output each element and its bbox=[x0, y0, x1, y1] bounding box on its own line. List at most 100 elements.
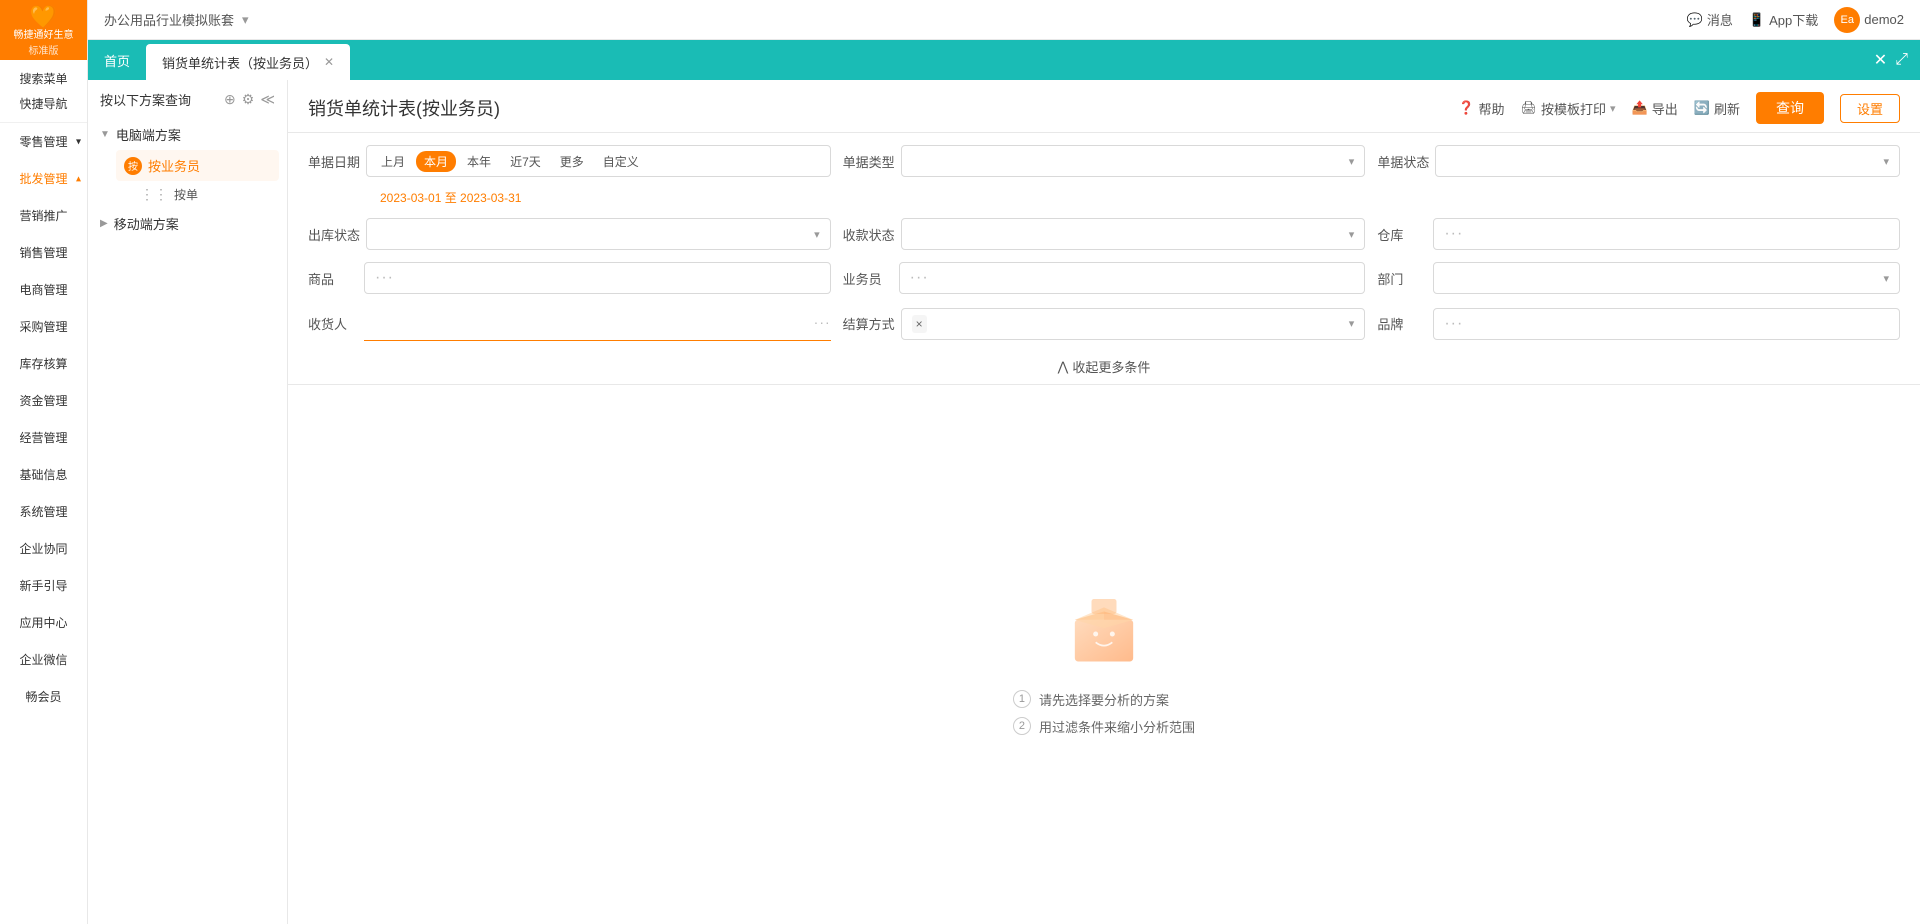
receiver-input[interactable] bbox=[364, 306, 814, 338]
expand-mobile-icon: ▶ bbox=[100, 218, 108, 229]
date-tag-this-month[interactable]: 本月 bbox=[416, 151, 456, 172]
maximize-icon[interactable]: ⤢ bbox=[1895, 51, 1908, 69]
doc-status-select[interactable]: ▾ bbox=[1435, 145, 1900, 177]
sidebar-item-label: 零售管理 bbox=[19, 133, 67, 150]
sidebar-item-newuser[interactable]: 新手引导 bbox=[0, 567, 87, 604]
refresh-icon: 🔄 bbox=[1694, 100, 1710, 116]
receipt-status-label: 收款状态 bbox=[843, 225, 895, 244]
sidebar-item-finance[interactable]: 资金管理 bbox=[0, 382, 87, 419]
brand-select[interactable]: ··· bbox=[1433, 308, 1900, 340]
settlement-filter-group: 结算方式 × ▾ bbox=[843, 308, 1366, 340]
add-scheme-icon[interactable]: ⊕ bbox=[224, 91, 236, 108]
home-tab-label: 首页 bbox=[104, 51, 130, 70]
sidebar-item-appcenter[interactable]: 应用中心 bbox=[0, 604, 87, 641]
mobile-group-header[interactable]: ▶ 移动端方案 bbox=[96, 208, 279, 239]
desktop-group-header[interactable]: ▼ 电脑端方案 bbox=[96, 119, 279, 150]
sidebar-item-system[interactable]: 系统管理 bbox=[0, 493, 87, 530]
step-1-num: 1 bbox=[1013, 690, 1031, 708]
settings-scheme-icon[interactable]: ⚙ bbox=[242, 91, 255, 108]
date-tag-more[interactable]: 更多 bbox=[552, 151, 592, 172]
message-icon: 💬 bbox=[1687, 12, 1703, 28]
date-tag-custom[interactable]: 自定义 bbox=[595, 151, 647, 172]
query-button[interactable]: 查询 bbox=[1756, 92, 1824, 124]
date-filter-box[interactable]: 上月 本月 本年 近7天 更多 自定义 bbox=[366, 145, 831, 177]
sidebar-item-retail[interactable]: 零售管理 ▾ bbox=[0, 123, 87, 160]
sidebar-item-wholesale[interactable]: 批发管理 ▴ bbox=[0, 160, 87, 197]
settlement-x-tag: × bbox=[912, 315, 927, 333]
page-actions: ❓ 帮助 🖨 按模板打印 ▾ 📤 导出 🔄 刷新 bbox=[1458, 92, 1900, 124]
sidebar-item-purchase[interactable]: 采购管理 bbox=[0, 308, 87, 345]
print-arrow-icon: ▾ bbox=[1610, 102, 1616, 115]
department-filter-group: 部门 ▾ bbox=[1377, 262, 1900, 294]
date-tag-last-month[interactable]: 上月 bbox=[373, 151, 413, 172]
sub-icon: ⋮⋮ bbox=[140, 186, 168, 203]
doc-type-label: 单据类型 bbox=[843, 152, 895, 171]
scheme-by-order[interactable]: ⋮⋮ 按单 bbox=[132, 181, 279, 208]
content-area: 按以下方案查询 ⊕ ⚙ ≪ ▼ 电脑端方案 按 按业务员 bbox=[88, 80, 1920, 924]
tree-children: 按 按业务员 ⋮⋮ 按单 bbox=[96, 150, 279, 208]
sidebar-item-marketing[interactable]: 营销推广 bbox=[0, 197, 87, 234]
sidebar-item-label: 企业协同 bbox=[19, 540, 67, 557]
expand-arrow-icon: ▴ bbox=[76, 173, 81, 184]
scheme-by-salesperson[interactable]: 按 按业务员 bbox=[116, 150, 279, 181]
sidebar-item-member[interactable]: 畅会员 bbox=[0, 678, 87, 715]
sidebar-item-operations[interactable]: 经营管理 bbox=[0, 419, 87, 456]
app-download-btn[interactable]: 📱 App下载 bbox=[1749, 10, 1818, 29]
receiver-label: 收货人 bbox=[308, 314, 358, 333]
sidebar-item-label: 营销推广 bbox=[19, 207, 67, 224]
salesperson-select[interactable]: ··· bbox=[899, 262, 1366, 294]
close-window-icon[interactable]: ✕ bbox=[1874, 50, 1887, 70]
help-btn[interactable]: ❓ 帮助 bbox=[1458, 99, 1504, 118]
warehouse-filter-group: 仓库 ··· bbox=[1377, 218, 1900, 250]
out-status-filter-group: 出库状态 ▾ bbox=[308, 218, 831, 250]
receipt-status-select[interactable]: ▾ bbox=[901, 218, 1366, 250]
collapse-panel-icon[interactable]: ≪ bbox=[260, 91, 275, 108]
messages-btn[interactable]: 💬 消息 bbox=[1687, 10, 1733, 29]
sidebar-item-label: 销售管理 bbox=[19, 244, 67, 261]
sidebar-item-basic-info[interactable]: 基础信息 bbox=[0, 456, 87, 493]
setting-button[interactable]: 设置 bbox=[1840, 94, 1900, 123]
tab-sales-stat[interactable]: 销货单统计表（按业务员） ✕ bbox=[146, 44, 350, 80]
close-tab-icon[interactable]: ✕ bbox=[324, 55, 334, 69]
goods-select[interactable]: ··· bbox=[364, 262, 831, 294]
sidebar: 🧡 畅捷通好生意 标准版 搜索菜单 快捷导航 零售管理 ▾ 批发管理 ▴ 营销推… bbox=[0, 0, 88, 924]
receiver-input-wrapper: ··· bbox=[364, 306, 831, 341]
export-btn[interactable]: 📤 导出 bbox=[1632, 99, 1678, 118]
warehouse-select[interactable]: ··· bbox=[1433, 218, 1900, 250]
search-menu[interactable]: 搜索菜单 bbox=[0, 60, 87, 91]
tab-bar: 首页 销货单统计表（按业务员） ✕ ✕ ⤢ bbox=[88, 40, 1920, 80]
tab-home[interactable]: 首页 bbox=[88, 40, 146, 80]
brand-label: 品牌 bbox=[1377, 314, 1427, 333]
refresh-btn[interactable]: 🔄 刷新 bbox=[1694, 99, 1740, 118]
sidebar-item-enterprise[interactable]: 企业协同 bbox=[0, 530, 87, 567]
warehouse-dots-icon: ··· bbox=[1444, 225, 1463, 243]
sidebar-item-inventory[interactable]: 库存核算 bbox=[0, 345, 87, 382]
help-label: 帮助 bbox=[1479, 99, 1505, 118]
date-tag-this-year[interactable]: 本年 bbox=[459, 151, 499, 172]
receiver-dots-icon[interactable]: ··· bbox=[814, 314, 831, 330]
sidebar-item-ecommerce[interactable]: 电商管理 bbox=[0, 271, 87, 308]
collapse-button[interactable]: ⋀ 收起更多条件 bbox=[1058, 357, 1151, 376]
sidebar-item-label: 库存核算 bbox=[19, 355, 67, 372]
department-select[interactable]: ▾ bbox=[1433, 262, 1900, 294]
doc-type-select[interactable]: ▾ bbox=[901, 145, 1366, 177]
out-status-select[interactable]: ▾ bbox=[366, 218, 831, 250]
receipt-status-filter-group: 收款状态 ▾ bbox=[843, 218, 1366, 250]
brand-dots-icon: ··· bbox=[1444, 315, 1463, 333]
settlement-select[interactable]: × ▾ bbox=[901, 308, 1366, 340]
expand-tree-icon: ▼ bbox=[100, 129, 110, 140]
sidebar-item-label: 新手引导 bbox=[19, 577, 67, 594]
help-icon: ❓ bbox=[1458, 100, 1474, 116]
date-tag-7days[interactable]: 近7天 bbox=[502, 151, 549, 172]
sidebar-item-label: 系统管理 bbox=[19, 503, 67, 520]
settlement-x-icon[interactable]: × bbox=[916, 317, 923, 331]
app-name: 畅捷通好生意 bbox=[14, 30, 74, 42]
sidebar-item-wechat[interactable]: 企业微信 bbox=[0, 641, 87, 678]
left-panel: 按以下方案查询 ⊕ ⚙ ≪ ▼ 电脑端方案 按 按业务员 bbox=[88, 80, 288, 924]
quick-nav[interactable]: 快捷导航 bbox=[0, 91, 87, 123]
user-menu[interactable]: Ea demo2 bbox=[1834, 7, 1904, 33]
sidebar-item-sales[interactable]: 销售管理 bbox=[0, 234, 87, 271]
collapse-bar: ⋀ 收起更多条件 bbox=[288, 349, 1920, 385]
dropdown-arrow-icon[interactable]: ▾ bbox=[242, 12, 249, 28]
template-print-btn[interactable]: 🖨 按模板打印 ▾ bbox=[1521, 99, 1616, 118]
